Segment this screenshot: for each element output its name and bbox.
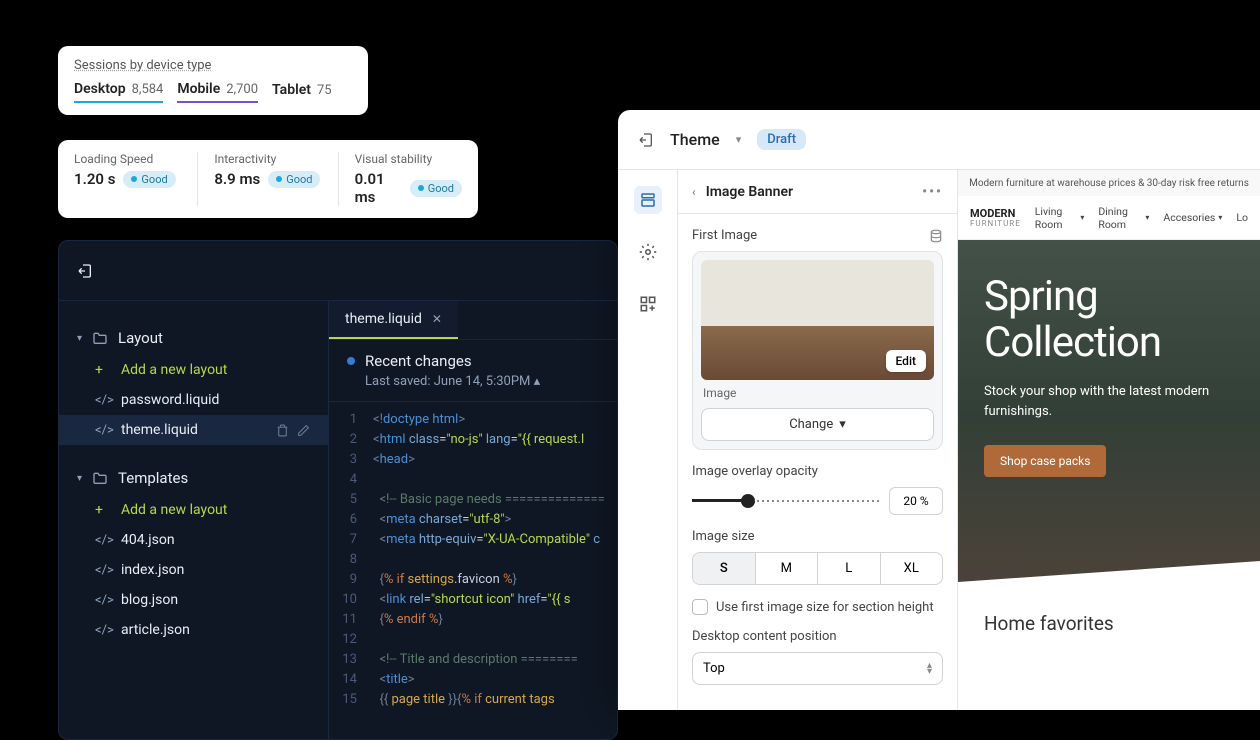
change-button[interactable]: Change ▾ — [701, 408, 934, 441]
perf-loading: Loading Speed 1.20 s Good — [58, 152, 198, 206]
hero-subtitle: Stock your shop with the latest modern f… — [984, 382, 1234, 421]
file-article[interactable]: </>article.json — [59, 615, 328, 645]
hero-title-1: Spring — [984, 274, 1234, 320]
size-segment: S M L XL — [692, 552, 943, 585]
sections-icon[interactable] — [634, 186, 662, 214]
size-label: Image size — [692, 529, 943, 544]
select-arrows-icon: ▴▾ — [927, 663, 932, 675]
use-image-size-checkbox[interactable]: Use first image size for section height — [692, 599, 943, 615]
preview: Modern furniture at warehouse prices & 3… — [958, 170, 1260, 710]
store-nav: MODERN FURNITURE Living Room▾ Dining Roo… — [958, 196, 1260, 240]
chevron-down-icon: ▾ — [839, 417, 846, 432]
first-image-label: First Image — [692, 228, 757, 243]
file-tree: ▾ Layout + Add a new layout </> password… — [59, 301, 329, 739]
position-select[interactable]: Top ▴▾ — [692, 652, 943, 685]
position-label: Desktop content position — [692, 629, 943, 644]
chevron-down-icon: ▾ — [1080, 213, 1084, 222]
hero-section: Spring Collection Stock your shop with t… — [958, 240, 1260, 590]
session-tablet[interactable]: Tablet 75 — [272, 82, 332, 102]
favorites-heading: Home favorites — [958, 590, 1260, 645]
code-file-icon: </> — [95, 423, 111, 438]
layout-group[interactable]: ▾ Layout — [59, 321, 328, 355]
chevron-down-icon: ▾ — [1218, 213, 1222, 222]
perf-interactivity: Interactivity 8.9 ms Good — [198, 152, 338, 206]
chevron-down-icon: ▾ — [77, 333, 82, 344]
good-badge: Good — [123, 171, 175, 188]
panel-title: Image Banner — [706, 184, 793, 200]
code-content[interactable]: 123456789101112131415 <!doctype html> <h… — [329, 402, 617, 739]
add-template[interactable]: + Add a new layout — [59, 495, 328, 525]
size-m[interactable]: M — [756, 553, 819, 584]
chevron-left-icon[interactable]: ‹ — [692, 185, 696, 199]
draft-badge: Draft — [757, 129, 806, 150]
gear-icon[interactable] — [634, 238, 662, 266]
session-desktop[interactable]: Desktop 8,584 — [74, 81, 163, 103]
size-xl[interactable]: XL — [881, 553, 943, 584]
code-file-icon: </> — [95, 393, 111, 408]
pencil-icon[interactable] — [297, 424, 310, 437]
code-file-icon: </> — [95, 623, 111, 638]
chevron-down-icon: ▾ — [77, 473, 82, 484]
database-icon[interactable] — [929, 229, 943, 243]
session-mobile[interactable]: Mobile 2,700 — [177, 81, 258, 103]
code-file-icon: </> — [95, 533, 111, 548]
image-card: Edit Image Change ▾ — [692, 251, 943, 450]
close-icon[interactable]: ✕ — [432, 312, 442, 326]
exit-icon[interactable] — [77, 263, 93, 279]
edit-button[interactable]: Edit — [886, 350, 926, 372]
file-index[interactable]: </>index.json — [59, 555, 328, 585]
chevron-down-icon: ▾ — [1145, 213, 1149, 222]
add-layout[interactable]: + Add a new layout — [59, 355, 328, 385]
trash-icon[interactable] — [276, 424, 289, 437]
tab-theme[interactable]: theme.liquid ✕ — [329, 301, 458, 339]
nav-accessories[interactable]: Accesories▾ — [1163, 211, 1222, 224]
nav-living[interactable]: Living Room▾ — [1035, 205, 1085, 231]
good-badge: Good — [410, 180, 462, 197]
chevron-down-icon[interactable]: ▾ — [736, 133, 742, 146]
thumb-label: Image — [703, 386, 934, 400]
good-badge: Good — [268, 171, 320, 188]
theme-header: Theme ▾ Draft — [618, 110, 1260, 170]
nav-more[interactable]: Lo — [1236, 211, 1248, 224]
sessions-card: Sessions by device type Desktop 8,584 Mo… — [58, 46, 368, 115]
more-icon[interactable]: ••• — [922, 184, 943, 200]
plus-icon: + — [95, 362, 111, 378]
promo-bar: Modern furniture at warehouse prices & 3… — [958, 170, 1260, 196]
size-s[interactable]: S — [693, 553, 756, 584]
recent-changes[interactable]: Recent changes Last saved: June 14, 5:30… — [329, 340, 617, 402]
file-blog[interactable]: </>blog.json — [59, 585, 328, 615]
opacity-input[interactable]: 20 % — [889, 487, 943, 515]
code-editor: ▾ Layout + Add a new layout </> password… — [58, 240, 618, 740]
performance-card: Loading Speed 1.20 s Good Interactivity … — [58, 140, 478, 218]
apps-icon[interactable] — [634, 290, 662, 318]
exit-icon[interactable] — [638, 132, 654, 148]
opacity-slider[interactable] — [692, 500, 879, 502]
nav-dining[interactable]: Dining Room▾ — [1098, 205, 1149, 231]
checkbox-icon[interactable] — [692, 599, 708, 615]
settings-panel: ‹ Image Banner ••• First Image Edit Imag… — [678, 170, 958, 710]
theme-title[interactable]: Theme — [670, 130, 720, 149]
perf-visual: Visual stability 0.01 ms Good — [339, 152, 478, 206]
code-file-icon: </> — [95, 563, 111, 578]
opacity-label: Image overlay opacity — [692, 464, 943, 479]
folder-icon — [92, 471, 108, 485]
code-file-icon: </> — [95, 593, 111, 608]
size-l[interactable]: L — [818, 553, 881, 584]
file-404[interactable]: </>404.json — [59, 525, 328, 555]
icon-rail — [618, 170, 678, 710]
sessions-title: Sessions by device type — [74, 58, 352, 73]
templates-group[interactable]: ▾ Templates — [59, 461, 328, 495]
hero-title-2: Collection — [984, 320, 1234, 366]
store-logo[interactable]: MODERN FURNITURE — [970, 208, 1021, 228]
theme-editor: Theme ▾ Draft ‹ Image Banner ••• First I… — [618, 110, 1260, 710]
file-theme[interactable]: </> theme.liquid — [59, 415, 328, 445]
plus-icon: + — [95, 502, 111, 518]
tab-bar: theme.liquid ✕ — [329, 301, 617, 340]
folder-icon — [92, 331, 108, 345]
file-password[interactable]: </> password.liquid — [59, 385, 328, 415]
chevron-up-icon[interactable]: ▴ — [534, 374, 541, 389]
hero-cta-button[interactable]: Shop case packs — [984, 445, 1106, 477]
image-thumbnail[interactable]: Edit — [701, 260, 934, 380]
dot-icon — [347, 357, 355, 365]
